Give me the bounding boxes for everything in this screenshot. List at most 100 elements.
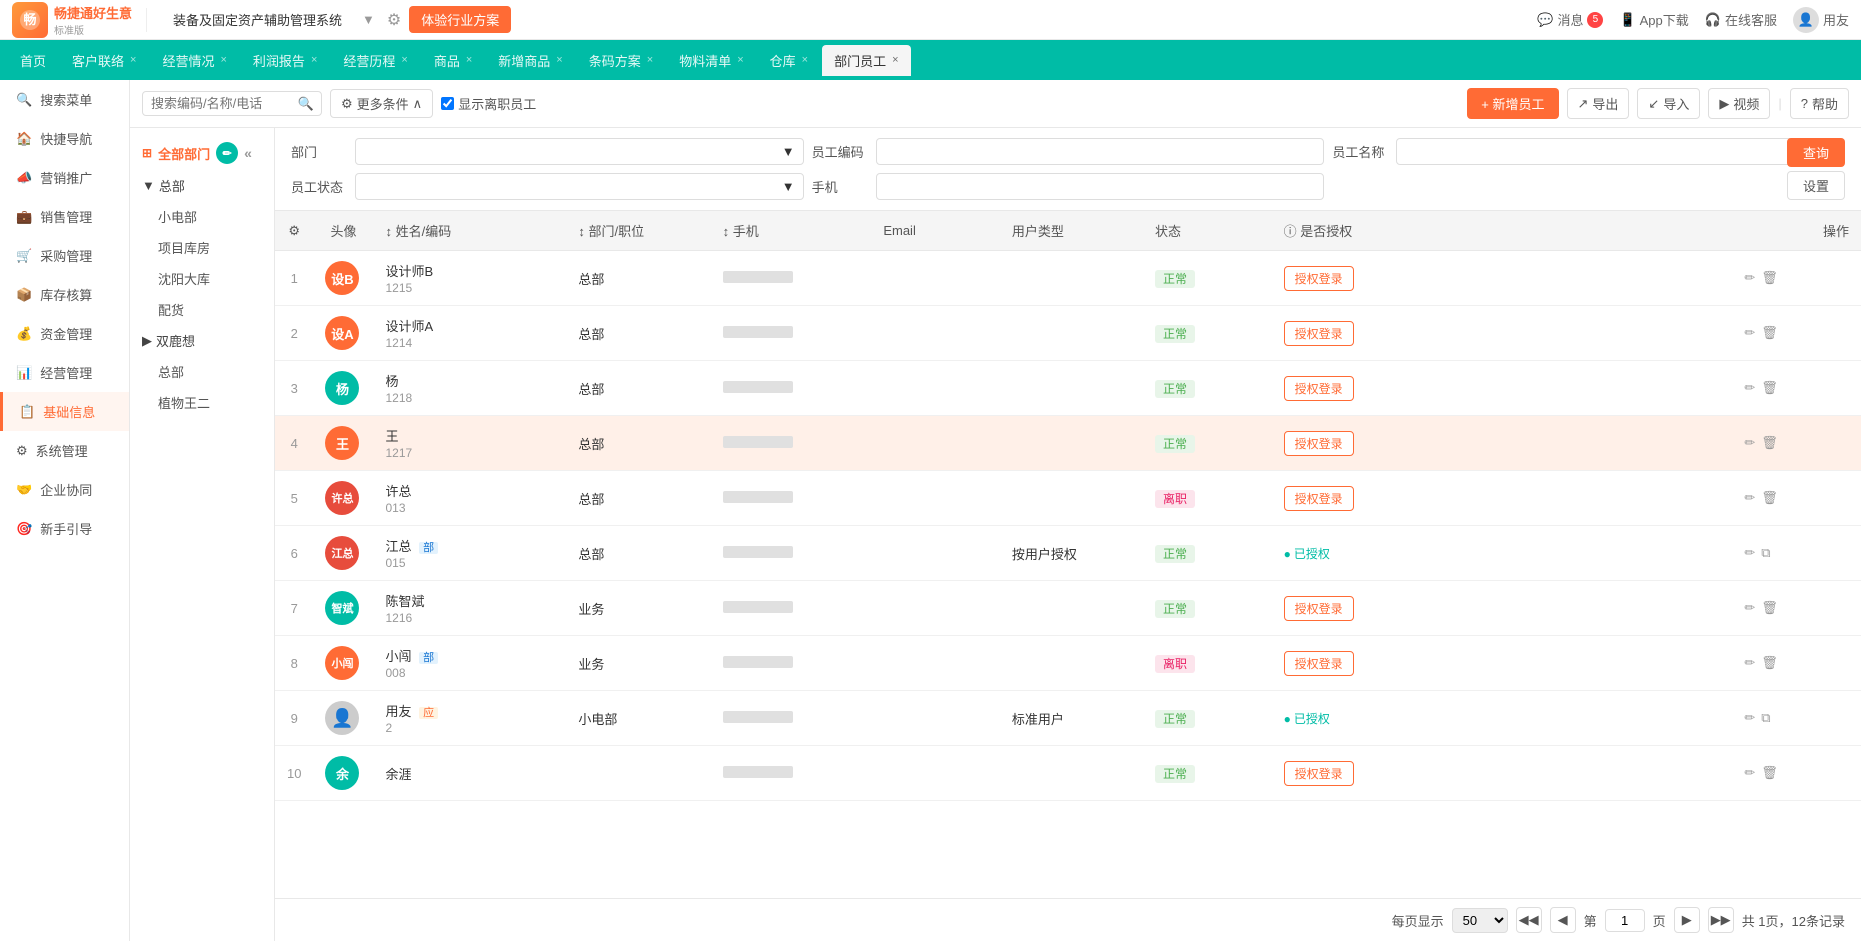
- sidebar-item-marketing[interactable]: 📣 营销推广: [0, 158, 129, 197]
- nav-item-goods[interactable]: 商品 ×: [422, 45, 484, 76]
- dept-item-zongbu-child[interactable]: 总部: [130, 356, 274, 387]
- dept-item-zhiwuwang[interactable]: 植物王二: [130, 387, 274, 418]
- prev-page-btn[interactable]: ◀: [1550, 907, 1576, 933]
- close-icon[interactable]: ×: [401, 54, 407, 66]
- page-number-input[interactable]: [1605, 909, 1645, 932]
- dept-edit-button[interactable]: ✏: [216, 142, 238, 164]
- message-btn[interactable]: 💬 消息 5: [1537, 10, 1603, 29]
- col-name-header[interactable]: ↕ 姓名/编码: [373, 211, 566, 251]
- more-filter-btn[interactable]: ⚙ 更多条件 ∧: [330, 89, 433, 118]
- nav-item-home[interactable]: 首页: [8, 45, 58, 76]
- last-page-btn[interactable]: ▶▶: [1708, 907, 1734, 933]
- app-download-btn[interactable]: 📱 App下载: [1619, 10, 1688, 29]
- nav-item-warehouse[interactable]: 仓库 ×: [758, 45, 820, 76]
- sidebar-item-quicknav[interactable]: 🏠 快捷导航: [0, 119, 129, 158]
- sidebar-item-inventory[interactable]: 📦 库存核算: [0, 275, 129, 314]
- sidebar-item-purchase[interactable]: 🛒 采购管理: [0, 236, 129, 275]
- close-icon[interactable]: ×: [737, 54, 743, 66]
- delete-icon[interactable]: 🗑: [1761, 765, 1778, 781]
- close-icon[interactable]: ×: [892, 54, 898, 66]
- edit-icon[interactable]: ✏: [1744, 600, 1755, 616]
- gear-icon[interactable]: ⚙: [387, 10, 401, 30]
- col-dept-header[interactable]: ↕ 部门/职位: [566, 211, 710, 251]
- nav-item-add-goods[interactable]: 新增商品 ×: [486, 45, 574, 76]
- auth-button[interactable]: 授权登录: [1284, 431, 1354, 456]
- dept-item-shenyangdaku[interactable]: 沈阳大库: [130, 263, 274, 294]
- nav-item-operation[interactable]: 经营情况 ×: [150, 45, 238, 76]
- edit-icon[interactable]: ✏: [1744, 270, 1755, 286]
- edit-icon[interactable]: ✏: [1744, 490, 1755, 506]
- sidebar-item-collab[interactable]: 🤝 企业协同: [0, 470, 129, 509]
- nav-item-barcode[interactable]: 条码方案 ×: [577, 45, 665, 76]
- auth-button[interactable]: 授权登录: [1284, 651, 1354, 676]
- auth-button[interactable]: 授权登录: [1284, 266, 1354, 291]
- dept-collapse-icon[interactable]: «: [244, 145, 252, 161]
- user-avatar[interactable]: 👤 用友: [1793, 7, 1849, 33]
- nav-item-employee[interactable]: 部门员工 ×: [822, 45, 910, 76]
- delete-icon[interactable]: 🗑: [1761, 600, 1778, 616]
- edit-icon[interactable]: ✏: [1744, 325, 1755, 341]
- dept-item-shuanglu[interactable]: ▶ 双鹿想: [130, 325, 274, 356]
- edit-icon[interactable]: ✏: [1744, 545, 1755, 561]
- trial-button[interactable]: 体验行业方案: [409, 6, 511, 33]
- help-button[interactable]: ? 帮助: [1790, 88, 1849, 119]
- copy-icon[interactable]: ⧉: [1761, 545, 1770, 561]
- system-title-dropdown-icon[interactable]: ▼: [362, 12, 375, 27]
- delete-icon[interactable]: 🗑: [1761, 490, 1778, 506]
- search-input[interactable]: [142, 91, 322, 116]
- nav-item-bom[interactable]: 物料清单 ×: [667, 45, 755, 76]
- delete-icon[interactable]: 🗑: [1761, 380, 1778, 396]
- reset-button[interactable]: 设置: [1787, 171, 1845, 200]
- empcode-input[interactable]: [876, 138, 1325, 165]
- sidebar-item-sales[interactable]: 💼 销售管理: [0, 197, 129, 236]
- dept-select[interactable]: ▼: [355, 138, 804, 165]
- empname-input[interactable]: [1396, 138, 1845, 165]
- delete-icon[interactable]: 🗑: [1761, 270, 1778, 286]
- auth-button[interactable]: 授权登录: [1284, 321, 1354, 346]
- dept-item-zongbu-parent[interactable]: ▼ 总部: [130, 170, 274, 201]
- delete-icon[interactable]: 🗑: [1761, 655, 1778, 671]
- dept-item-xiangmukufang[interactable]: 项目库房: [130, 232, 274, 263]
- online-service-btn[interactable]: 🎧 在线客服: [1705, 10, 1777, 29]
- auth-button[interactable]: 授权登录: [1284, 761, 1354, 786]
- sidebar-item-finance[interactable]: 💰 资金管理: [0, 314, 129, 353]
- edit-icon[interactable]: ✏: [1744, 710, 1755, 726]
- copy-icon[interactable]: ⧉: [1761, 710, 1770, 726]
- edit-icon[interactable]: ✏: [1744, 435, 1755, 451]
- auth-button[interactable]: 授权登录: [1284, 596, 1354, 621]
- close-icon[interactable]: ×: [220, 54, 226, 66]
- query-button[interactable]: 查询: [1787, 138, 1845, 167]
- delete-icon[interactable]: 🗑: [1761, 435, 1778, 451]
- view-button[interactable]: ▶ 视频: [1708, 88, 1770, 119]
- delete-icon[interactable]: 🗑: [1761, 325, 1778, 341]
- sidebar-item-basic-info[interactable]: 📋 基础信息: [0, 392, 129, 431]
- close-icon[interactable]: ×: [802, 54, 808, 66]
- dept-tree-header[interactable]: ⊞ 全部部门 ✏ «: [130, 136, 274, 170]
- next-page-btn[interactable]: ▶: [1674, 907, 1700, 933]
- resigned-checkbox-input[interactable]: [441, 97, 454, 110]
- status-select[interactable]: ▼: [355, 173, 804, 200]
- close-icon[interactable]: ×: [466, 54, 472, 66]
- close-icon[interactable]: ×: [311, 54, 317, 66]
- add-employee-button[interactable]: + 新增员工: [1467, 88, 1558, 119]
- phone-input[interactable]: [876, 173, 1325, 200]
- sidebar-item-management[interactable]: 📊 经营管理: [0, 353, 129, 392]
- first-page-btn[interactable]: ◀◀: [1516, 907, 1542, 933]
- close-icon[interactable]: ×: [556, 54, 562, 66]
- close-icon[interactable]: ×: [647, 54, 653, 66]
- sidebar-item-search[interactable]: 🔍 搜索菜单: [0, 80, 129, 119]
- edit-icon[interactable]: ✏: [1744, 765, 1755, 781]
- close-icon[interactable]: ×: [130, 54, 136, 66]
- auth-button[interactable]: 授权登录: [1284, 486, 1354, 511]
- nav-item-history[interactable]: 经营历程 ×: [331, 45, 419, 76]
- col-phone-header[interactable]: ↕ 手机: [711, 211, 872, 251]
- dept-item-peihuo[interactable]: 配货: [130, 294, 274, 325]
- nav-item-customer[interactable]: 客户联络 ×: [60, 45, 148, 76]
- dept-item-xiaodibu[interactable]: 小电部: [130, 201, 274, 232]
- export-button[interactable]: ↗ 导出: [1567, 88, 1630, 119]
- edit-icon[interactable]: ✏: [1744, 380, 1755, 396]
- sidebar-item-guide[interactable]: 🎯 新手引导: [0, 509, 129, 548]
- auth-button[interactable]: 授权登录: [1284, 376, 1354, 401]
- show-resigned-checkbox[interactable]: 显示离职员工: [441, 94, 536, 113]
- nav-item-profit[interactable]: 利润报告 ×: [241, 45, 329, 76]
